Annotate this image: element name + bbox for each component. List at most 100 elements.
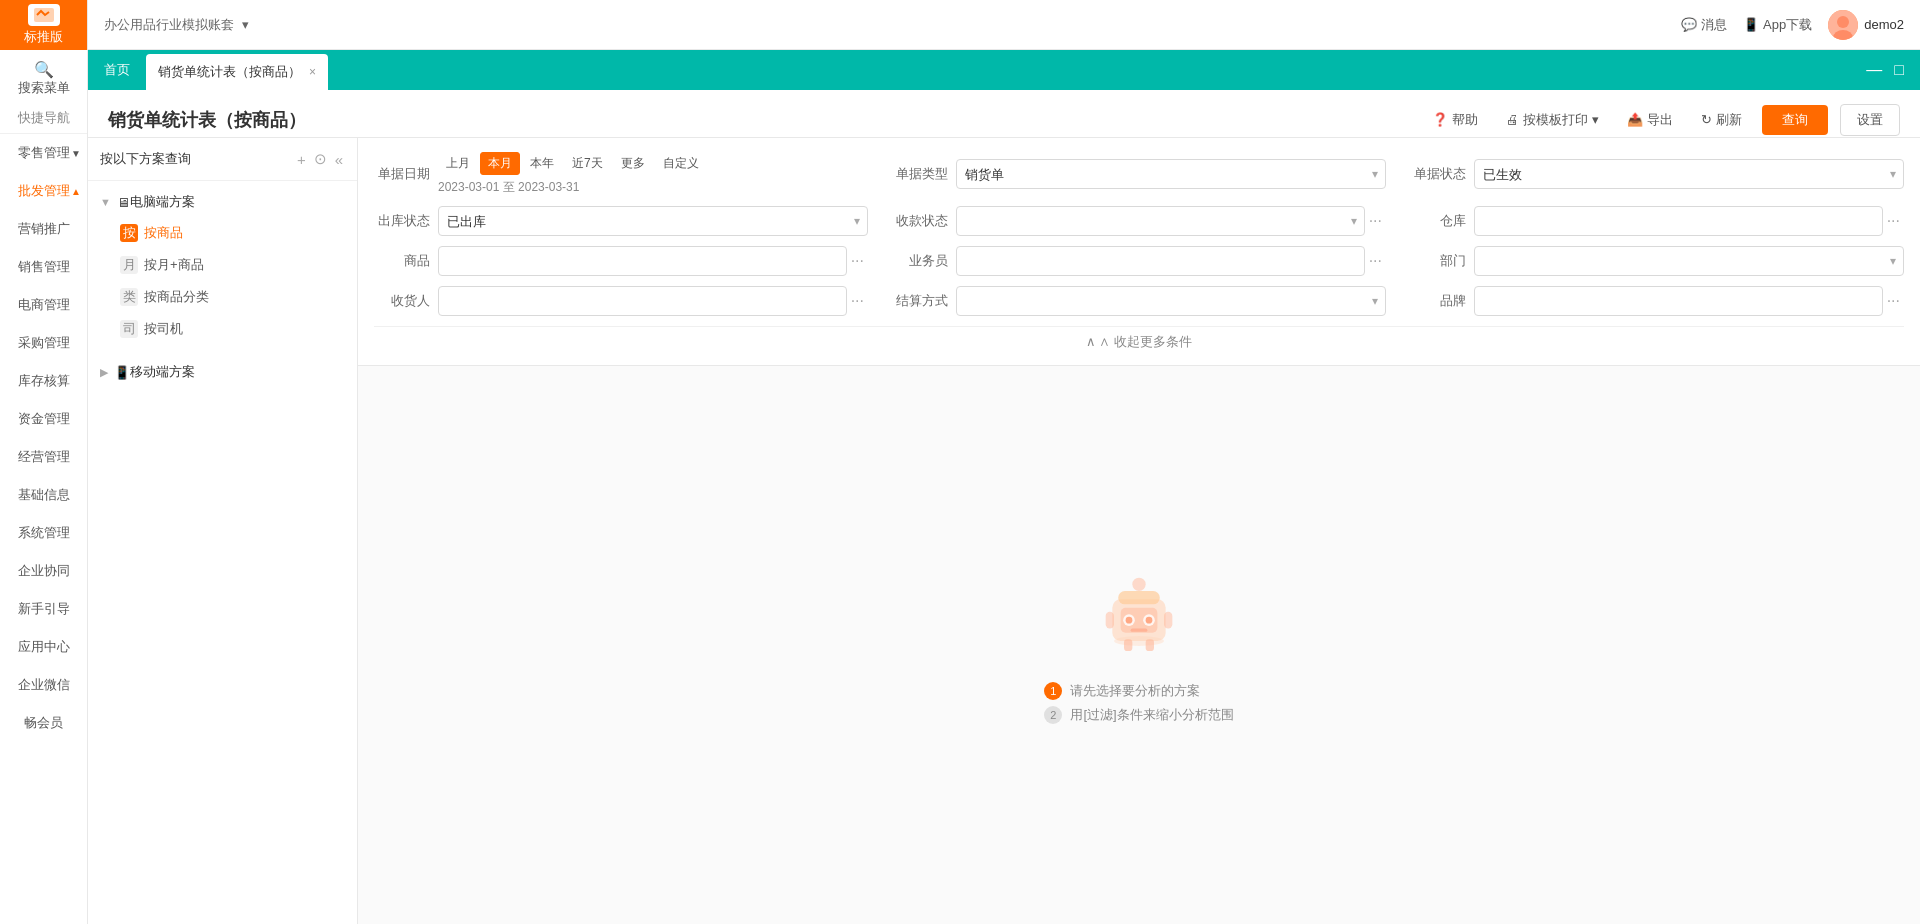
filter-dept-select[interactable]: [1474, 246, 1904, 276]
topbar-app-label: App下载: [1763, 16, 1812, 34]
scheme-add-btn[interactable]: +: [295, 149, 308, 170]
filter-goods-dots[interactable]: ···: [847, 252, 868, 270]
empty-illustration: [1089, 566, 1189, 666]
refresh-btn[interactable]: ↻ 刷新: [1693, 107, 1750, 133]
sidebar-item-newbie[interactable]: 新手引导: [0, 590, 87, 628]
tab-sales-stat[interactable]: 销货单统计表（按商品） ×: [146, 54, 328, 90]
sidebar-shortcut[interactable]: 快捷导航: [0, 103, 87, 134]
scheme-item-by-driver[interactable]: 司 按司机: [88, 313, 357, 345]
sidebar-item-corp[interactable]: 企业协同: [0, 552, 87, 590]
scheme-panel: 按以下方案查询 + ⊙ « ▼ 🖥 电脑端方案: [88, 138, 358, 924]
table-area: 1 请先选择要分析的方案 2 用[过滤]条件来缩小分析范围: [358, 366, 1920, 924]
sidebar-item-inventory-label: 库存核算: [18, 373, 70, 388]
scheme-label-driver: 按司机: [144, 320, 183, 338]
scheme-item-by-goods[interactable]: 按 按商品: [88, 217, 357, 249]
filter-out-status-select[interactable]: 已出库: [438, 206, 868, 236]
scheme-item-by-month-goods[interactable]: 月 按月+商品: [88, 249, 357, 281]
export-icon: 📤: [1627, 112, 1643, 127]
help-btn[interactable]: ❓ 帮助: [1424, 107, 1486, 133]
filter-brand-input[interactable]: [1474, 286, 1883, 316]
sidebar-logo[interactable]: 标推版: [0, 0, 87, 50]
filter-brand-dots[interactable]: ···: [1883, 292, 1904, 310]
topbar-right: 💬 消息 📱 App下载 demo2: [1681, 10, 1904, 40]
filter-recipient-label: 收货人: [374, 292, 430, 310]
topbar-breadcrumb: 办公用品行业模拟账套: [104, 16, 234, 34]
scheme-icon-driver-text: 司: [123, 320, 136, 338]
main: 办公用品行业模拟账套 ▾ 💬 消息 📱 App下载 de: [88, 0, 1920, 924]
print-btn[interactable]: 🖨 按模板打印 ▾: [1498, 107, 1607, 133]
scheme-collapse-btn[interactable]: «: [333, 149, 345, 170]
sidebar-item-apps[interactable]: 应用中心: [0, 628, 87, 666]
message-icon: 💬: [1681, 17, 1697, 32]
filter-recipient-input[interactable]: [438, 286, 847, 316]
scheme-edit-btn[interactable]: ⊙: [312, 148, 329, 170]
sidebar-item-finance[interactable]: 资金管理: [0, 400, 87, 438]
topbar-message-btn[interactable]: 💬 消息: [1681, 16, 1727, 34]
tab-close-btn[interactable]: ×: [309, 65, 316, 79]
sidebar-item-ecom[interactable]: 电商管理: [0, 286, 87, 324]
query-btn[interactable]: 查询: [1762, 105, 1828, 135]
filter-receipt-status-label: 收款状态: [892, 212, 948, 230]
sidebar-item-sales[interactable]: 销售管理: [0, 248, 87, 286]
filter-recipient-dots[interactable]: ···: [847, 292, 868, 310]
filter-warehouse-input[interactable]: [1474, 206, 1883, 236]
filter-collapse-btn[interactable]: ∧ ∧ 收起更多条件: [374, 326, 1904, 357]
filter-doc-type-wrap: 销货单: [956, 159, 1386, 189]
scheme-group-mobile-header[interactable]: ▶ 📱 移动端方案: [88, 357, 357, 387]
sidebar-item-system[interactable]: 系统管理: [0, 514, 87, 552]
filter-item-recipient: 收货人 ···: [374, 286, 868, 316]
filter-receipt-status-select[interactable]: [956, 206, 1365, 236]
sidebar-search-label: 搜索菜单: [8, 79, 79, 97]
empty-tip-2-text: 用[过滤]条件来缩小分析范围: [1070, 706, 1233, 724]
date-tab-7days[interactable]: 近7天: [564, 152, 611, 175]
sidebar-item-inventory[interactable]: 库存核算: [0, 362, 87, 400]
date-tab-this-year[interactable]: 本年: [522, 152, 562, 175]
empty-tip-2: 2 用[过滤]条件来缩小分析范围: [1044, 706, 1233, 724]
filter-salesman-dots[interactable]: ···: [1365, 252, 1386, 270]
date-tab-last-month[interactable]: 上月: [438, 152, 478, 175]
scheme-group-mobile: ▶ 📱 移动端方案: [88, 351, 357, 393]
sidebar-retail-arrow: ▼: [71, 148, 81, 159]
filter-dept-wrap: [1474, 246, 1904, 276]
scheme-label-goods: 按商品: [144, 224, 183, 242]
sidebar-item-wechat[interactable]: 企业微信: [0, 666, 87, 704]
desktop-group-icon: 🖥: [117, 195, 130, 210]
right-panel: 单据日期 上月 本月 本年 近7天 更多 自定义 20: [358, 138, 1920, 924]
sidebar-item-wholesale[interactable]: 批发管理 ▲: [0, 172, 87, 210]
scheme-item-by-category[interactable]: 类 按商品分类: [88, 281, 357, 313]
date-tab-custom[interactable]: 自定义: [655, 152, 707, 175]
topbar-user[interactable]: demo2: [1828, 10, 1904, 40]
filter-brand-label: 品牌: [1410, 292, 1466, 310]
topbar-dropdown-icon[interactable]: ▾: [242, 17, 249, 32]
filter-settlement-select[interactable]: [956, 286, 1386, 316]
svg-rect-11: [1131, 629, 1148, 632]
sidebar-search-menu[interactable]: 🔍 搜索菜单: [0, 50, 87, 103]
filter-receipt-status-wrap: [956, 206, 1365, 236]
export-btn[interactable]: 📤 导出: [1619, 107, 1681, 133]
tab-home[interactable]: 首页: [88, 50, 146, 90]
tab-max-btn[interactable]: □: [1890, 57, 1908, 83]
sidebar-item-basic[interactable]: 基础信息: [0, 476, 87, 514]
sidebar-item-marketing[interactable]: 营销推广: [0, 210, 87, 248]
filter-doc-status-select[interactable]: 已生效: [1474, 159, 1904, 189]
collapse-icon: ∧: [1086, 334, 1096, 349]
sidebar-item-operation[interactable]: 经营管理: [0, 438, 87, 476]
filter-goods-input[interactable]: [438, 246, 847, 276]
date-tab-more[interactable]: 更多: [613, 152, 653, 175]
filter-warehouse-dots[interactable]: ···: [1883, 212, 1904, 230]
svg-point-2: [1837, 16, 1849, 28]
tab-min-btn[interactable]: —: [1862, 57, 1886, 83]
sidebar-item-retail[interactable]: 零售管理 ▼: [0, 134, 87, 172]
topbar-app-btn[interactable]: 📱 App下载: [1743, 16, 1812, 34]
scheme-icon-goods-text: 按: [123, 224, 136, 242]
filter-receipt-dots[interactable]: ···: [1365, 212, 1386, 230]
scheme-group-desktop: ▼ 🖥 电脑端方案 按 按商品 月 按月+商品: [88, 181, 357, 351]
date-tab-this-month[interactable]: 本月: [480, 152, 520, 175]
scheme-group-desktop-header[interactable]: ▼ 🖥 电脑端方案: [88, 187, 357, 217]
sidebar-item-member[interactable]: 畅会员: [0, 704, 87, 742]
filter-doc-type-select[interactable]: 销货单: [956, 159, 1386, 189]
sidebar-item-purchase[interactable]: 采购管理: [0, 324, 87, 362]
settings-btn[interactable]: 设置: [1840, 104, 1900, 136]
filter-salesman-input[interactable]: [956, 246, 1365, 276]
sidebar-item-newbie-label: 新手引导: [18, 601, 70, 616]
